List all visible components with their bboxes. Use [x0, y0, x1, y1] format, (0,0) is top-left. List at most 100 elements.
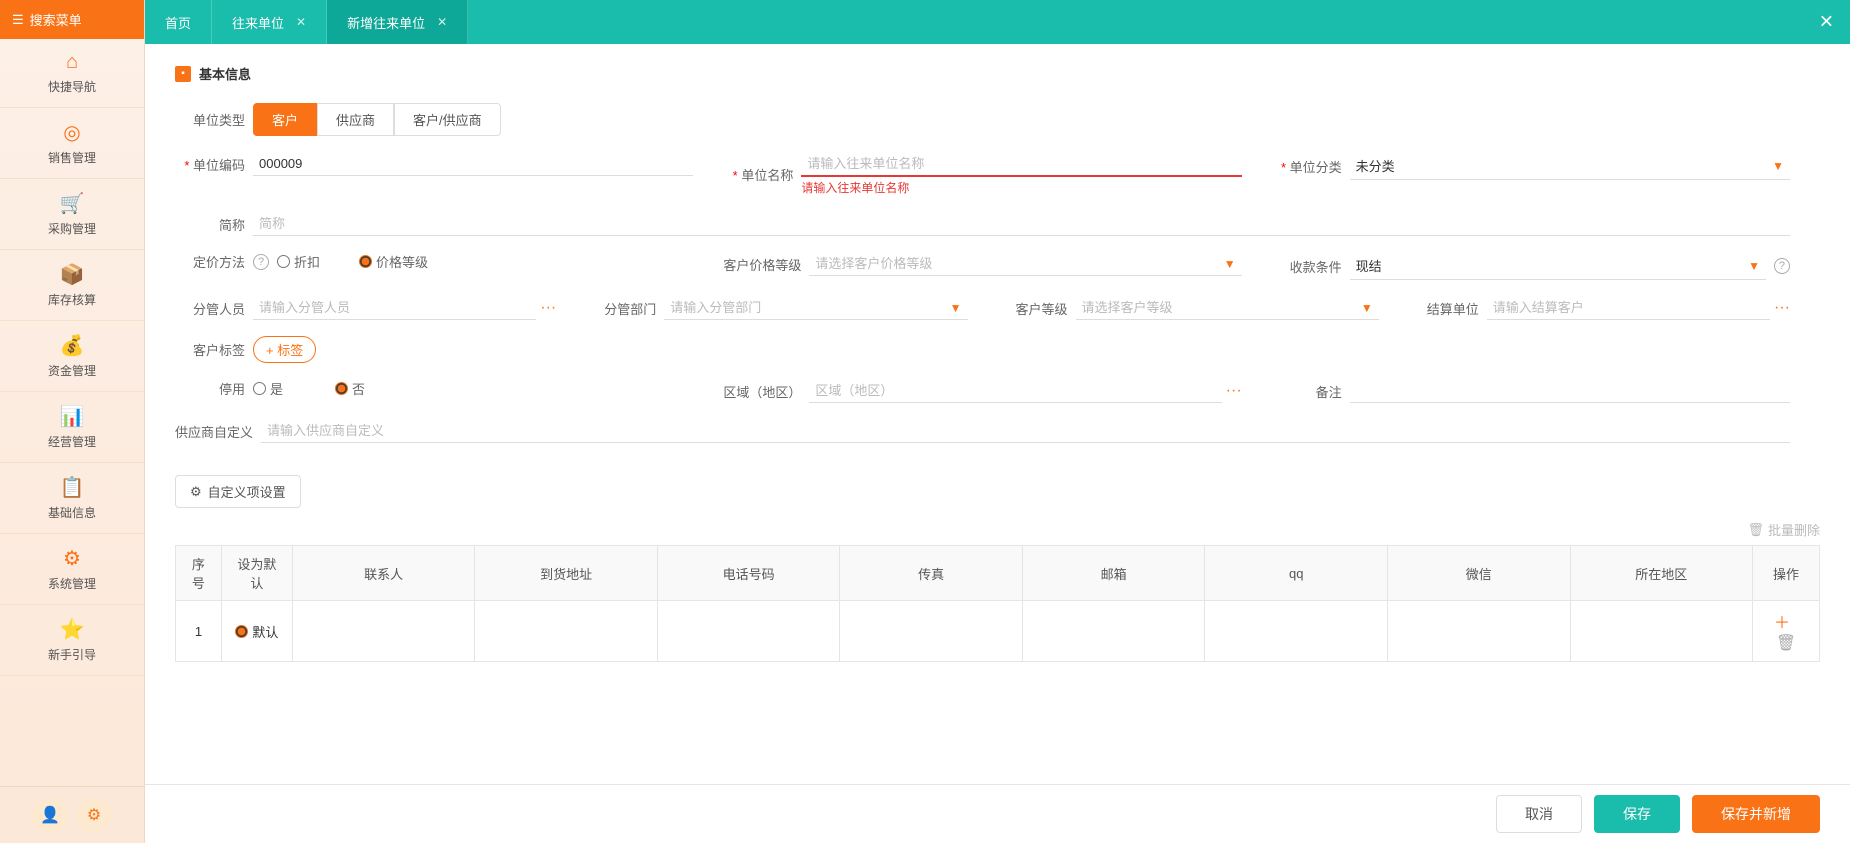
dept-select[interactable]: ▼ [664, 296, 967, 320]
pricing-discount-label: 折扣 [294, 252, 320, 271]
sidebar-item-label: 经营管理 [48, 433, 96, 450]
type-btn-both[interactable]: 客户/供应商 [394, 103, 501, 136]
remarks-label: 备注 [1272, 382, 1342, 401]
sidebar-item-sales[interactable]: ◎ 销售管理 [0, 108, 144, 179]
manager-ellipsis-btn[interactable]: ··· [540, 299, 556, 317]
pricing-discount-radio[interactable] [277, 255, 290, 268]
customer-level-input[interactable] [1082, 300, 1361, 315]
add-row-btn[interactable]: ＋ [1774, 615, 1790, 632]
home-icon: ⌂ [66, 51, 78, 74]
region-ellipsis-btn[interactable]: ··· [1226, 382, 1242, 400]
payment-help-icon[interactable]: ? [1774, 258, 1790, 274]
cancel-button[interactable]: 取消 [1496, 795, 1582, 833]
save-and-new-button[interactable]: 保存并新增 [1692, 795, 1820, 833]
customer-level-select[interactable]: ▼ [1076, 296, 1379, 320]
inventory-icon: 📦 [60, 262, 85, 287]
short-name-input[interactable] [253, 212, 1790, 236]
form-content: ▪ 基本信息 单位类型 客户 供应商 客户/供应商 单位编码 [145, 44, 1850, 784]
type-btn-customer[interactable]: 客户 [253, 103, 317, 136]
add-tag-btn[interactable]: + 标签 [253, 336, 316, 363]
pricing-level-radio[interactable] [359, 255, 372, 268]
sidebar-settings-btn[interactable]: ⚙ [76, 797, 112, 833]
sidebar-item-finance[interactable]: 💰 资金管理 [0, 321, 144, 392]
sidebar-item-purchase[interactable]: 🛒 采购管理 [0, 179, 144, 250]
sidebar-item-basics[interactable]: 📋 基础信息 [0, 463, 144, 534]
trash-icon: 🗑 [1747, 522, 1764, 538]
unit-type-label: 单位类型 [175, 110, 245, 129]
default-radio-item[interactable]: 默认 [232, 622, 282, 641]
tab-counterparty[interactable]: 往来单位 ✕ [212, 0, 327, 44]
sidebar-item-operations[interactable]: 📊 经营管理 [0, 392, 144, 463]
payment-terms-select[interactable]: 现结 ▼ [1350, 252, 1766, 280]
sidebar-item-system[interactable]: ⚙ 系统管理 [0, 534, 144, 605]
wechat-input[interactable] [1398, 624, 1560, 639]
disabled-no-radio[interactable] [335, 382, 348, 395]
phone-input[interactable] [668, 624, 830, 639]
col-default: 设为默认 [221, 546, 292, 601]
manager-input[interactable] [253, 296, 536, 320]
unit-name-error: 请输入往来单位名称 [801, 179, 1241, 196]
short-name-label: 简称 [175, 215, 245, 234]
delete-row-btn[interactable]: 🗑 [1776, 635, 1796, 652]
remarks-input[interactable] [1350, 379, 1790, 403]
pricing-help-icon[interactable]: ? [253, 254, 269, 270]
email-input[interactable] [1033, 624, 1195, 639]
supplier-custom-group: 供应商自定义 [175, 419, 1790, 443]
sidebar-item-guide[interactable]: ⭐ 新手引导 [0, 605, 144, 676]
section-title-text: 基本信息 [199, 64, 251, 83]
sidebar-search[interactable]: ☰ 搜索菜单 [0, 0, 144, 39]
cell-qq [1205, 601, 1388, 662]
tab-new-counterparty[interactable]: 新增往来单位 ✕ [327, 0, 468, 44]
pricing-discount-option[interactable]: 折扣 [277, 252, 347, 271]
settlement-ellipsis-btn[interactable]: ··· [1774, 299, 1790, 317]
payment-terms-dropdown-icon: ▼ [1748, 259, 1760, 273]
custom-settings-btn[interactable]: ⚙ 自定义项设置 [175, 475, 301, 508]
unit-type-row: 单位类型 客户 供应商 客户/供应商 [175, 103, 1820, 136]
sales-icon: ◎ [63, 120, 80, 145]
tab-bar: 首页 往来单位 ✕ 新增往来单位 ✕ ✕ [145, 0, 1850, 44]
region-table-input[interactable] [1581, 624, 1743, 639]
fax-input[interactable] [850, 624, 1012, 639]
pricing-level-option[interactable]: 价格等级 [359, 252, 429, 271]
unit-name-input[interactable] [801, 152, 1241, 177]
dept-input[interactable] [670, 300, 949, 315]
type-btn-supplier[interactable]: 供应商 [317, 103, 394, 136]
tab-counterparty-close[interactable]: ✕ [296, 15, 306, 29]
main-close-btn[interactable]: ✕ [1819, 12, 1834, 33]
sidebar-item-quick-nav[interactable]: ⌂ 快捷导航 [0, 39, 144, 108]
manager-label: 分管人员 [175, 299, 245, 318]
search-icon: ☰ [12, 12, 24, 28]
qq-input[interactable] [1215, 624, 1377, 639]
pricing-level-label: 价格等级 [376, 252, 428, 271]
unit-code-input[interactable] [253, 152, 693, 176]
settlement-input[interactable] [1487, 296, 1770, 320]
disabled-no-option[interactable]: 否 [335, 379, 405, 398]
unit-category-label: 单位分类 [1272, 157, 1342, 176]
tab-home[interactable]: 首页 [145, 0, 212, 44]
cell-contact [292, 601, 475, 662]
sidebar-item-inventory[interactable]: 📦 库存核算 [0, 250, 144, 321]
default-radio[interactable] [235, 625, 248, 638]
col-email: 邮箱 [1022, 546, 1205, 601]
supplier-custom-input[interactable] [261, 419, 1790, 443]
batch-delete-area[interactable]: 🗑 批量删除 [175, 520, 1820, 539]
disabled-yes-radio[interactable] [253, 382, 266, 395]
sidebar-user-btn[interactable]: 👤 [32, 797, 68, 833]
customer-price-select[interactable]: ▼ [809, 252, 1241, 276]
batch-delete-label: 批量删除 [1768, 520, 1820, 539]
col-wechat: 微信 [1388, 546, 1571, 601]
category-dropdown-icon: ▼ [1772, 159, 1784, 173]
disabled-label: 停用 [175, 379, 245, 398]
cell-email [1022, 601, 1205, 662]
region-input[interactable] [809, 379, 1221, 403]
tab-new-counterparty-close[interactable]: ✕ [437, 15, 447, 29]
address-input[interactable] [485, 624, 647, 639]
save-button[interactable]: 保存 [1594, 795, 1680, 833]
manager-row: 分管人员 ··· 分管部门 ▼ 客户等级 ▼ [175, 296, 1820, 320]
disabled-yes-option[interactable]: 是 [253, 379, 323, 398]
contact-input[interactable] [303, 624, 465, 639]
gear-icon: ⚙ [190, 484, 202, 500]
disabled-no-label: 否 [352, 379, 365, 398]
customer-price-input[interactable] [815, 256, 1223, 271]
unit-category-select[interactable]: 未分类 ▼ [1350, 152, 1790, 180]
